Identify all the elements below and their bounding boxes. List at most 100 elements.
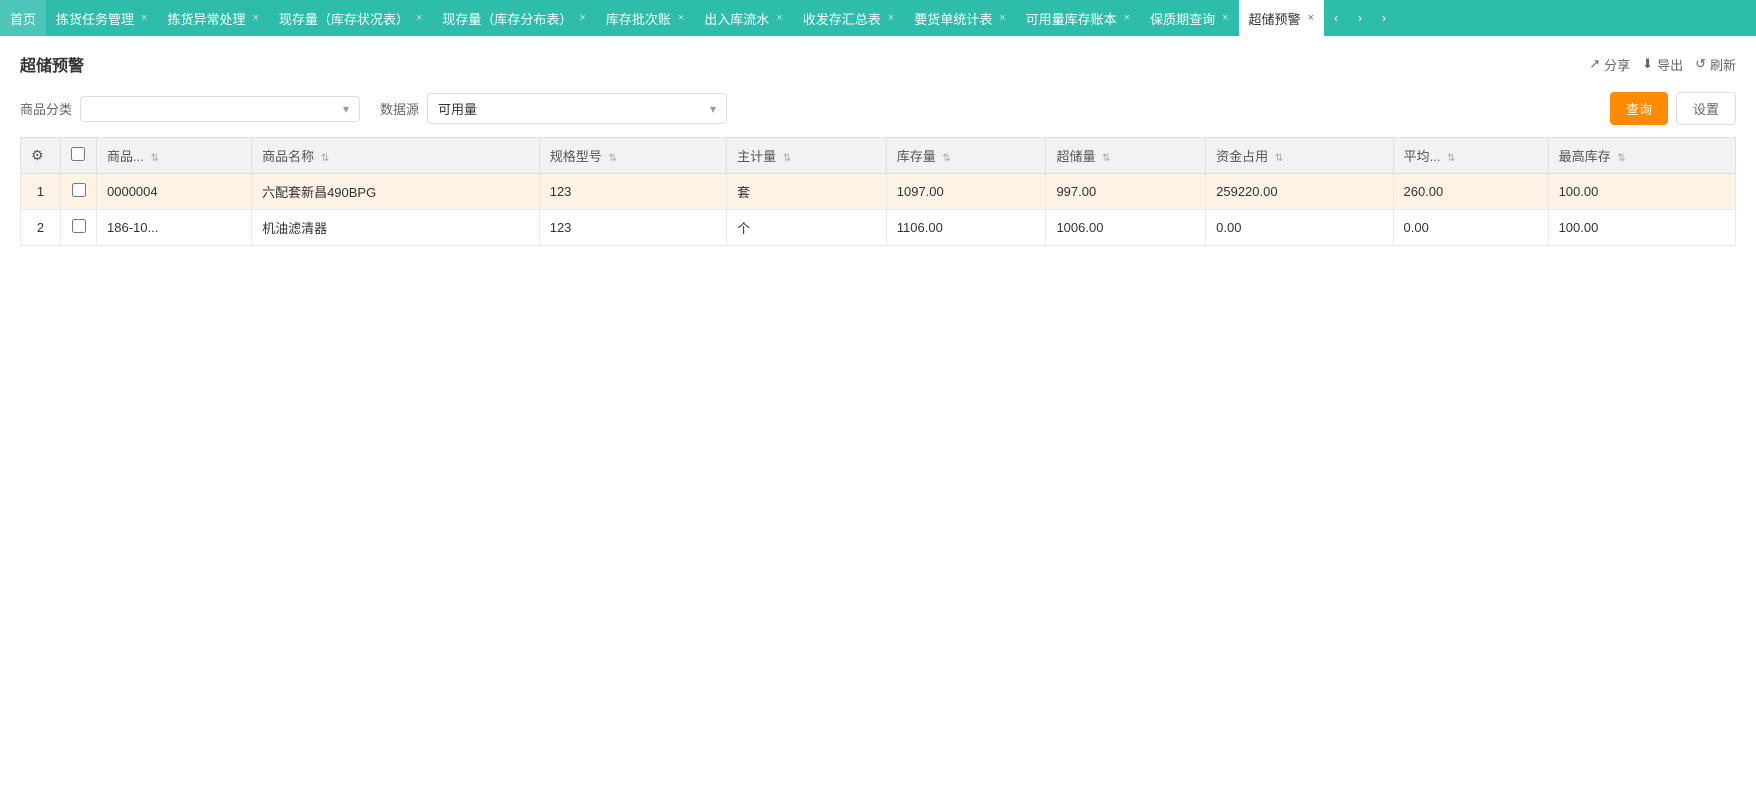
row-number: 2 [21,210,61,246]
filter-area: 商品分类 ▾ 数据源 可用量 ▾ 查询 设置 [20,92,1736,125]
column-avg[interactable]: 平均... ⇅ [1393,138,1548,174]
close-icon[interactable]: × [1308,12,1314,24]
cell-avg: 0.00 [1393,210,1548,246]
nav-item-abnormal[interactable]: 拣货异常处理 × [157,0,268,36]
row-checkbox[interactable] [72,219,86,233]
nav-item-batch-account[interactable]: 库存批次账 × [596,0,694,36]
nav-item-home[interactable]: 首页 [0,0,46,36]
table-row: 2 186-10... 机油滤清器 123 个 1106.00 1006.00 … [21,210,1736,246]
column-gear[interactable]: ⚙ [21,138,61,174]
nav-item-avail-account[interactable]: 可用量库存账本 × [1016,0,1140,36]
refresh-icon: ↺ [1695,56,1706,72]
filter-buttons: 查询 设置 [1610,92,1736,125]
nav-item-inventory-status[interactable]: 现存量（库存状况表） × [269,0,432,36]
table-header-row: ⚙ 商品... ⇅ 商品名称 ⇅ 规格型号 ⇅ 主计量 [21,138,1736,174]
close-icon[interactable]: × [776,12,782,24]
sort-icon: ⇅ [783,153,791,164]
datasource-select-value: 可用量 [438,99,477,118]
sort-icon: ⇅ [1102,153,1110,164]
sort-icon: ⇅ [1275,153,1283,164]
cell-max-stock: 100.00 [1548,210,1735,246]
sort-icon: ⇅ [942,153,950,164]
gear-icon[interactable]: ⚙ [31,147,44,163]
sort-icon: ⇅ [1617,153,1625,164]
table-row: 1 0000004 六配套新昌490BPG 123 套 1097.00 997.… [21,174,1736,210]
category-label: 商品分类 [20,99,72,118]
cell-unit: 套 [727,174,887,210]
query-button[interactable]: 查询 [1610,92,1668,125]
share-button[interactable]: ↗ 分享 [1589,55,1630,74]
cell-max-stock: 100.00 [1548,174,1735,210]
cell-product-name: 六配套新昌490BPG [252,174,540,210]
share-icon: ↗ [1589,56,1600,72]
nav-more-arrow[interactable]: › [1372,0,1396,36]
close-icon[interactable]: × [141,12,147,24]
column-checkbox-header[interactable] [61,138,97,174]
close-icon[interactable]: × [678,12,684,24]
nav-left-arrow[interactable]: ‹ [1324,0,1348,36]
data-table: ⚙ 商品... ⇅ 商品名称 ⇅ 规格型号 ⇅ 主计量 [20,137,1736,246]
nav-item-overstock-warning[interactable]: 超储预警 × [1239,0,1324,36]
datasource-filter: 数据源 可用量 ▾ [380,93,727,124]
column-spec[interactable]: 规格型号 ⇅ [539,138,726,174]
cell-spec: 123 [539,210,726,246]
cell-product-code: 186-10... [97,210,252,246]
nav-right-arrow[interactable]: › [1348,0,1372,36]
nav-item-order-stats[interactable]: 要货单统计表 × [904,0,1015,36]
sort-icon: ⇅ [608,153,616,164]
row-checkbox-cell[interactable] [61,210,97,246]
nav-item-task-mgmt[interactable]: 拣货任务管理 × [46,0,157,36]
row-number: 1 [21,174,61,210]
close-icon[interactable]: × [1124,12,1130,24]
select-all-checkbox[interactable] [71,147,85,161]
cell-overstock: 997.00 [1046,174,1206,210]
cell-unit: 个 [727,210,887,246]
row-checkbox-cell[interactable] [61,174,97,210]
cell-stock: 1106.00 [886,210,1046,246]
sort-icon: ⇅ [321,153,329,164]
nav-item-quality-period[interactable]: 保质期查询 × [1140,0,1238,36]
sort-icon: ⇅ [1447,153,1455,164]
header-actions: ↗ 分享 ⬇ 导出 ↺ 刷新 [1589,55,1736,74]
page-title: 超储预警 [20,52,84,76]
page-header: 超储预警 ↗ 分享 ⬇ 导出 ↺ 刷新 [20,52,1736,76]
top-navigation: 首页 拣货任务管理 × 拣货异常处理 × 现存量（库存状况表） × 现存量（库存… [0,0,1756,36]
cell-capital-occ: 0.00 [1206,210,1393,246]
chevron-down-icon: ▾ [343,102,349,116]
cell-capital-occ: 259220.00 [1206,174,1393,210]
refresh-button[interactable]: ↺ 刷新 [1695,55,1736,74]
close-icon[interactable]: × [579,12,585,24]
cell-product-code: 0000004 [97,174,252,210]
row-checkbox[interactable] [72,183,86,197]
cell-product-name: 机油滤清器 [252,210,540,246]
column-stock[interactable]: 库存量 ⇅ [886,138,1046,174]
close-icon[interactable]: × [888,12,894,24]
close-icon[interactable]: × [999,12,1005,24]
column-product-name[interactable]: 商品名称 ⇅ [252,138,540,174]
export-icon: ⬇ [1642,56,1653,72]
page-content: 超储预警 ↗ 分享 ⬇ 导出 ↺ 刷新 商品分类 ▾ 数据源 [0,36,1756,800]
settings-button[interactable]: 设置 [1676,92,1736,125]
close-icon[interactable]: × [416,12,422,24]
datasource-label: 数据源 [380,99,419,118]
datasource-select[interactable]: 可用量 ▾ [427,93,727,124]
cell-spec: 123 [539,174,726,210]
chevron-down-icon: ▾ [710,102,716,116]
column-overstock[interactable]: 超储量 ⇅ [1046,138,1206,174]
cell-stock: 1097.00 [886,174,1046,210]
category-select[interactable]: ▾ [80,96,360,122]
close-icon[interactable]: × [1222,12,1228,24]
export-button[interactable]: ⬇ 导出 [1642,55,1683,74]
nav-item-inventory-dist[interactable]: 现存量（库存分布表） × [432,0,595,36]
column-product-code[interactable]: 商品... ⇅ [97,138,252,174]
sort-icon: ⇅ [150,153,158,164]
close-icon[interactable]: × [252,12,258,24]
cell-overstock: 1006.00 [1046,210,1206,246]
column-capital-occ[interactable]: 资金占用 ⇅ [1206,138,1393,174]
category-filter: 商品分类 ▾ [20,96,360,122]
column-unit[interactable]: 主计量 ⇅ [727,138,887,174]
nav-item-inout-flow[interactable]: 出入库流水 × [694,0,792,36]
column-max-stock[interactable]: 最高库存 ⇅ [1548,138,1735,174]
cell-avg: 260.00 [1393,174,1548,210]
nav-item-collect-summary[interactable]: 收发存汇总表 × [793,0,904,36]
